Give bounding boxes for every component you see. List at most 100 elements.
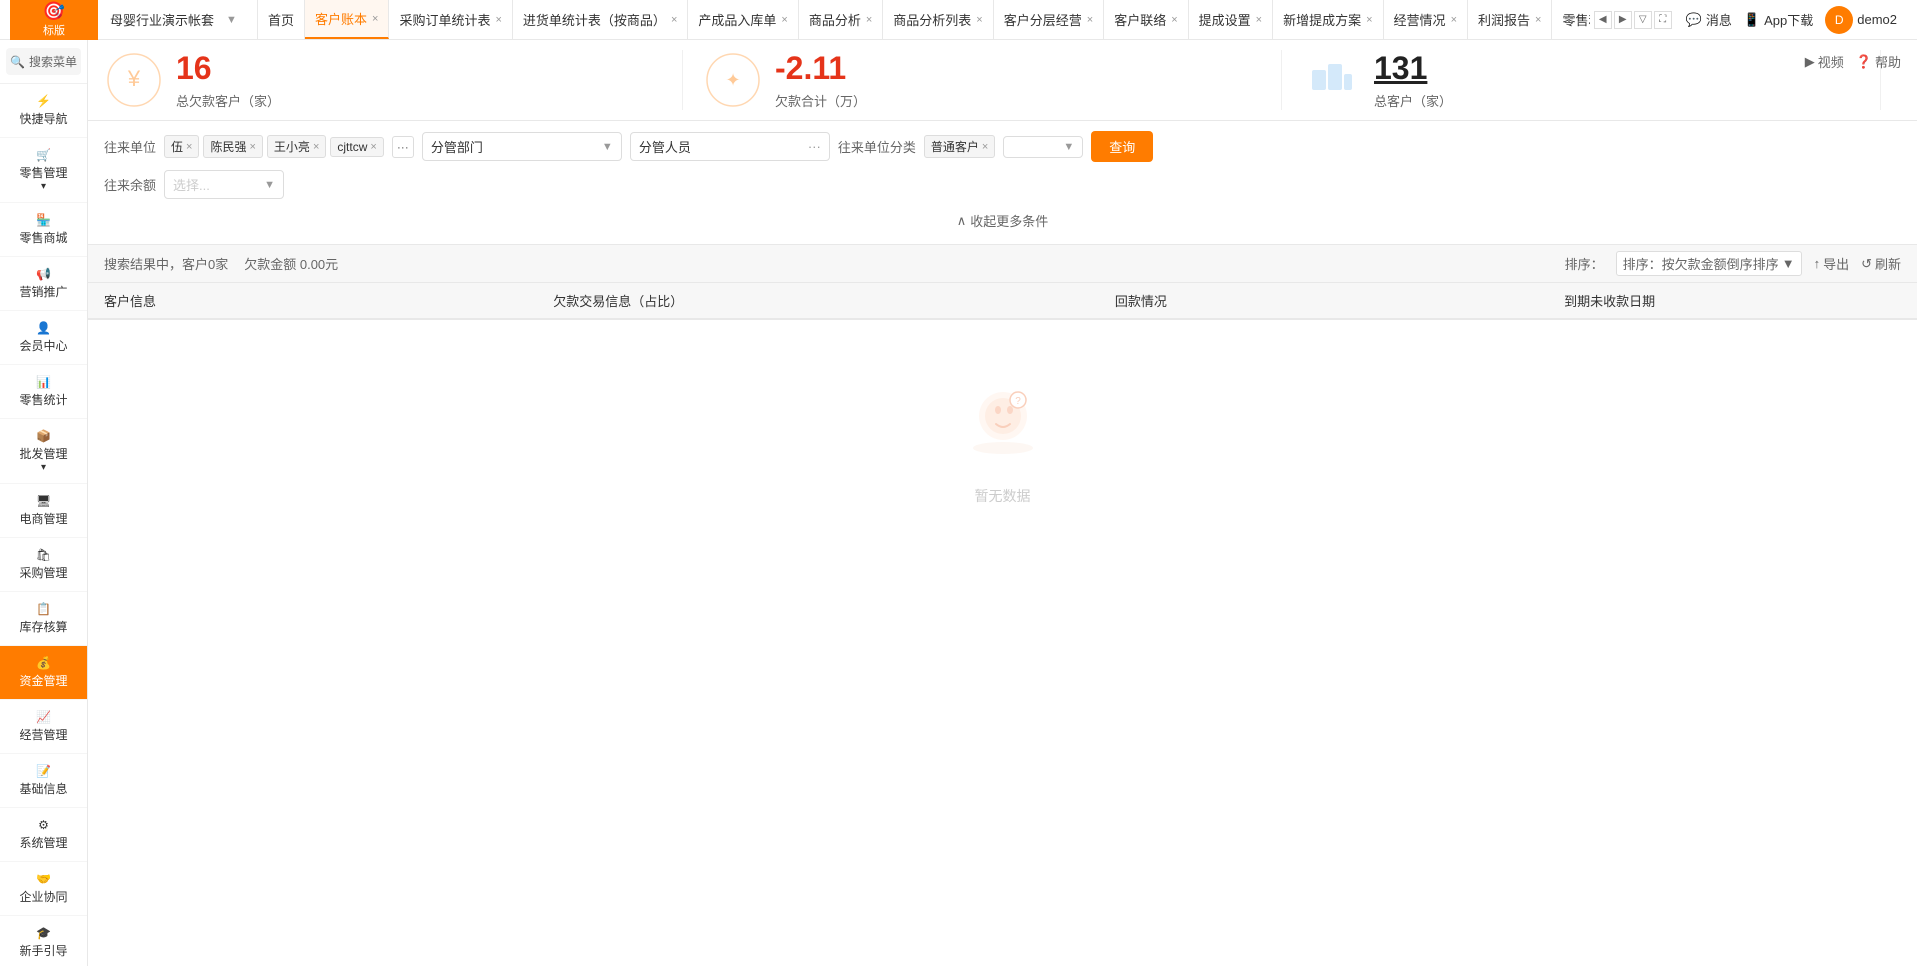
tab-product-analysis-list[interactable]: 商品分析列表 ×	[883, 0, 993, 39]
filter-label-category: 往来单位分类	[838, 137, 916, 156]
demo-selector[interactable]: 母婴行业演示帐套 ▼	[98, 0, 258, 39]
sidebar-item-wholesale-mgmt[interactable]: 📦批发管理▾	[0, 419, 87, 484]
sidebar-item-basic-info[interactable]: 📝基础信息	[0, 754, 87, 808]
quick-nav-icon: ⚡	[36, 94, 51, 108]
sidebar-item-corp-collab[interactable]: 🤝企业协同	[0, 862, 87, 916]
tab-home[interactable]: 首页	[258, 0, 305, 39]
tab-close-icon[interactable]: ×	[976, 14, 982, 26]
sidebar-item-retail-mgmt[interactable]: 🛒零售管理▾	[0, 138, 87, 203]
tab-close-icon[interactable]: ×	[866, 14, 872, 26]
logo[interactable]: 🎯 标版	[10, 0, 98, 40]
filter-person-more: ···	[808, 139, 821, 154]
message-btn[interactable]: 💬 消息	[1686, 10, 1732, 29]
table-header: 客户信息 欠款交易信息（占比） 回款情况 到期未收款日期	[88, 283, 1917, 320]
sidebar-item-biz-mgmt[interactable]: 📈经营管理	[0, 700, 87, 754]
filter-dept-label: 分管部门	[431, 137, 483, 156]
export-btn[interactable]: ↑ 导出	[1814, 254, 1850, 273]
tab-close-icon[interactable]: ×	[1451, 14, 1457, 26]
sidebar-icon-ecom-mgmt: 🖥	[36, 494, 51, 508]
sidebar-item-marketing[interactable]: 📢营销推广	[0, 257, 87, 311]
tab-close-icon[interactable]: ×	[1256, 14, 1262, 26]
filter-more-btn[interactable]: ···	[392, 136, 414, 158]
tag-remove-icon[interactable]: ×	[982, 141, 988, 153]
export-icon: ↑	[1814, 256, 1821, 271]
tab-close-icon[interactable]: ×	[1087, 14, 1093, 26]
filter-area: 往来单位 伍×陈民强×王小亮×cjttcw× ··· 分管部门 ▼ 分管人员 ·…	[88, 121, 1917, 245]
filter-row-2: 往来余额 选择... ▼	[104, 170, 1901, 199]
tag-remove-icon[interactable]: ×	[249, 141, 255, 153]
stat-card-debt-total: ✦ -2.11 欠款合计（万）	[703, 50, 1282, 110]
tab-close-icon[interactable]: ×	[781, 14, 787, 26]
result-bar-right: 排序： 排序：按欠款金额倒序排序 ▼ ↑ 导出 ↺ 刷新	[1565, 251, 1901, 276]
tab-label: 商品分析列表	[893, 10, 971, 29]
tab-close-icon[interactable]: ×	[372, 13, 378, 25]
filter-label-balance: 往来余额	[104, 175, 156, 194]
refresh-btn[interactable]: ↺ 刷新	[1861, 254, 1901, 273]
tag-remove-icon[interactable]: ×	[186, 141, 192, 153]
sidebar-icon-retail-mgmt: 🛒	[36, 148, 51, 162]
filter-balance-select[interactable]: 选择... ▼	[164, 170, 284, 199]
tab-prev-arrow[interactable]: ◀	[1594, 11, 1612, 29]
filter-label-unit: 往来单位	[104, 137, 156, 156]
tab-fullscreen-icon[interactable]: ⛶	[1654, 11, 1672, 29]
tab-product-analysis[interactable]: 商品分析×	[799, 0, 883, 39]
sort-select[interactable]: 排序：按欠款金额倒序排序 ▼	[1616, 251, 1802, 276]
tab-label: 客户联络	[1114, 10, 1166, 29]
stat-label-debt: 欠款合计（万）	[775, 91, 866, 110]
sidebar-item-ecom-mgmt[interactable]: 🖥电商管理	[0, 484, 87, 538]
tab-customer-account[interactable]: 客户账本×	[305, 0, 389, 39]
sidebar-label-marketing: 营销推广	[19, 283, 67, 300]
tab-new-plan[interactable]: 新增提成方案×	[1273, 0, 1383, 39]
tab-product-stock[interactable]: 产成品入库单×	[688, 0, 798, 39]
tab-close-icon[interactable]: ×	[495, 14, 501, 26]
tab-profit-report[interactable]: 利润报告×	[1468, 0, 1552, 39]
sidebar-item-inventory[interactable]: 📋库存核算	[0, 592, 87, 646]
sidebar-item-retail-shop[interactable]: 🏪零售商城	[0, 203, 87, 257]
sidebar-icon-biz-mgmt: 📈	[36, 710, 51, 724]
sidebar-item-quick-nav[interactable]: ⚡ 快捷导航	[0, 84, 87, 138]
sidebar-item-member-center[interactable]: 👤会员中心	[0, 311, 87, 365]
tab-close-icon[interactable]: ×	[1171, 14, 1177, 26]
sidebar-item-retail-stat[interactable]: 📊零售统计	[0, 365, 87, 419]
video-help-btn[interactable]: ▶ 视频	[1805, 52, 1844, 71]
tab-purchase-order[interactable]: 采购订单统计表×	[389, 0, 512, 39]
tab-customer-segment[interactable]: 客户分层经营×	[994, 0, 1104, 39]
sidebar-item-finance-mgmt[interactable]: 💰资金管理	[0, 646, 87, 700]
chevron-down-icon: ▼	[226, 14, 237, 26]
svg-text:✦: ✦	[725, 70, 740, 90]
tab-expand-icon[interactable]: ▽	[1634, 11, 1652, 29]
stats-row: ¥ 16 总欠款客户（家） ✦ -2.11 欠款合计（	[88, 40, 1917, 121]
stat-card-total-customers: 131 总客户（家）	[1302, 50, 1881, 110]
filter-person-select[interactable]: 分管人员 ···	[630, 132, 830, 161]
tab-next-arrow[interactable]: ▶	[1614, 11, 1632, 29]
tab-promotion-settings[interactable]: 提成设置×	[1189, 0, 1273, 39]
table-col-header-3: 回款情况	[1115, 291, 1564, 310]
tag-remove-icon[interactable]: ×	[370, 141, 376, 153]
tab-retail-profit[interactable]: 零售利润（×	[1552, 0, 1589, 39]
tab-label: 进货单统计表（按商品）	[523, 10, 666, 29]
sidebar-item-system-mgmt[interactable]: ⚙系统管理	[0, 808, 87, 862]
sidebar-label-basic-info: 基础信息	[19, 780, 67, 797]
tab-close-icon[interactable]: ×	[1366, 14, 1372, 26]
tab-close-icon[interactable]: ×	[671, 14, 677, 26]
user-avatar-btn[interactable]: D demo2	[1825, 6, 1897, 34]
collapse-conditions-btn[interactable]: ∧ 收起更多条件	[957, 211, 1049, 230]
filter-category-dropdown[interactable]: ▼	[1003, 136, 1083, 158]
search-menu-btn[interactable]: 🔍 搜索菜单	[6, 48, 81, 75]
svg-text:?: ?	[1015, 396, 1021, 407]
tab-customer-contact[interactable]: 客户联络 ×	[1104, 0, 1188, 39]
query-button[interactable]: 查询	[1091, 131, 1153, 162]
sidebar-item-purchase-mgmt[interactable]: 🛍采购管理	[0, 538, 87, 592]
filter-dept-select[interactable]: 分管部门 ▼	[422, 132, 622, 161]
stats-actions: ▶ 视频 ❓ 帮助	[1805, 52, 1901, 71]
tab-biz-status[interactable]: 经营情况×	[1384, 0, 1468, 39]
filter-row-1: 往来单位 伍×陈民强×王小亮×cjttcw× ··· 分管部门 ▼ 分管人员 ·…	[104, 131, 1901, 162]
tab-purchase-stat[interactable]: 进货单统计表（按商品） ×	[513, 0, 688, 39]
tag-remove-icon[interactable]: ×	[313, 141, 319, 153]
tab-close-icon[interactable]: ×	[1535, 14, 1541, 26]
sidebar-item-new-guide[interactable]: 🎓新手引导	[0, 916, 87, 966]
help-btn[interactable]: ❓ 帮助	[1856, 52, 1901, 71]
sidebar-icon-corp-collab: 🤝	[36, 872, 51, 886]
app-download-btn[interactable]: 📱 App下载	[1744, 10, 1813, 29]
stat-value-total: 131	[1374, 50, 1452, 87]
